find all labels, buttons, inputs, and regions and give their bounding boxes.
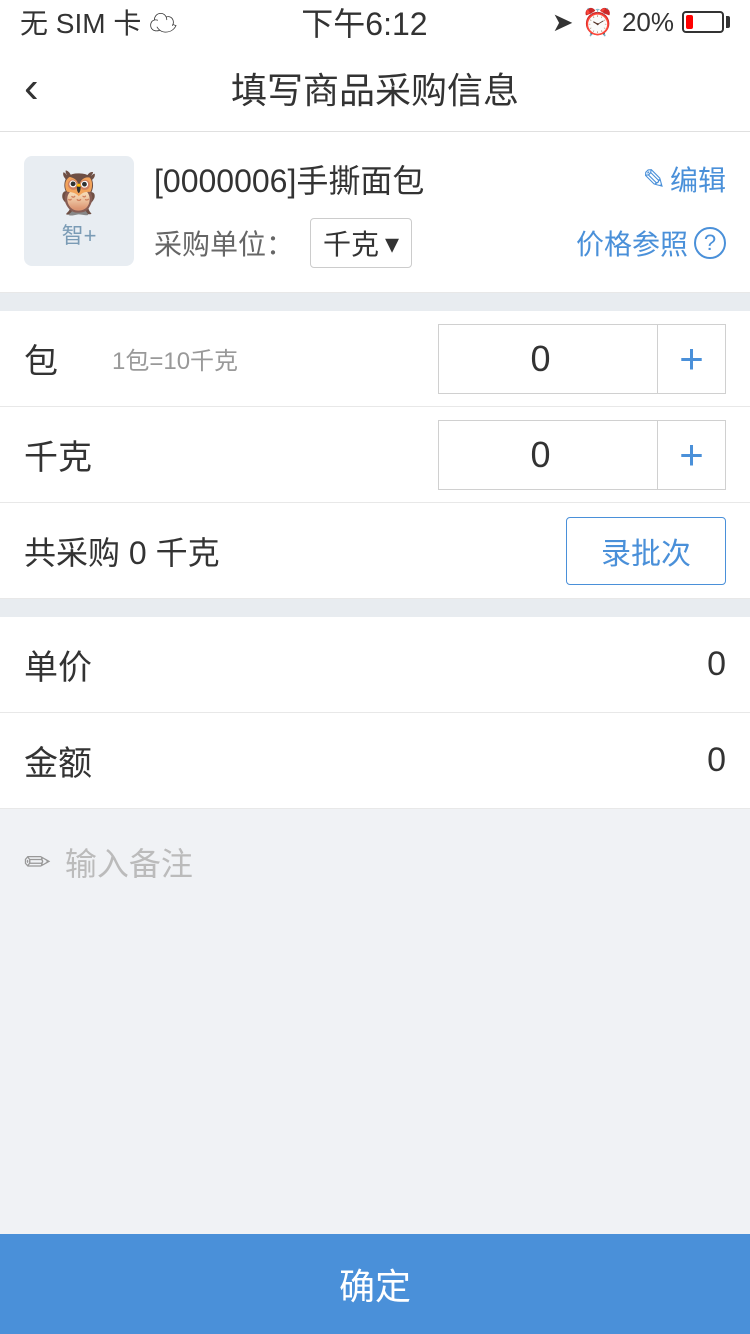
kg-input-wrap: +	[438, 420, 726, 490]
chevron-down-icon: ▾	[385, 227, 399, 260]
confirm-bar[interactable]: 确定	[0, 1234, 750, 1334]
kg-plus-button[interactable]: +	[658, 420, 726, 490]
kg-label: 千克	[24, 430, 104, 479]
pencil-icon: ✏	[24, 843, 51, 881]
alarm-icon: ⏰	[582, 7, 614, 38]
section-divider-1	[0, 293, 750, 311]
summary-unit: 千克	[156, 535, 220, 571]
pack-input-wrap: +	[438, 324, 726, 394]
price-section: 单价 0 金额 0	[0, 617, 750, 809]
sim-status: 无 SIM 卡 ☁	[20, 2, 177, 42]
note-section[interactable]: ✏ 输入备注	[0, 809, 750, 915]
status-left: 无 SIM 卡 ☁	[20, 2, 177, 42]
unit-label: 采购单位：	[154, 223, 294, 263]
product-thumb-label: 智+	[62, 218, 97, 250]
amount-label: 金额	[24, 736, 707, 785]
summary-prefix: 共采购	[24, 535, 120, 571]
pack-input-row: 包 1包=10千克 +	[0, 311, 750, 407]
edit-icon: ✎	[643, 163, 666, 196]
confirm-button[interactable]: 确定	[339, 1258, 411, 1310]
status-time: 下午6:12	[301, 0, 427, 45]
unit-price-label: 单价	[24, 640, 707, 689]
unit-row: 采购单位： 千克 ▾ 价格参照 ?	[154, 218, 726, 268]
edit-button[interactable]: ✎ 编辑	[643, 159, 726, 199]
summary-amount: 0	[129, 535, 147, 571]
batch-button[interactable]: 录批次	[566, 517, 726, 585]
product-thumb-icon: 🦉	[53, 172, 105, 214]
battery-icon	[682, 11, 730, 33]
amount-value: 0	[707, 741, 726, 780]
unit-price-row: 单价 0	[0, 617, 750, 713]
location-icon: ➤	[552, 7, 574, 38]
battery-percent: 20%	[622, 7, 674, 38]
kg-input-row: 千克 +	[0, 407, 750, 503]
status-right: ➤ ⏰ 20%	[552, 7, 730, 38]
help-icon: ?	[694, 227, 726, 259]
pack-sublabel: 1包=10千克	[112, 341, 438, 376]
back-button[interactable]: ‹	[24, 66, 39, 110]
kg-input[interactable]	[438, 420, 658, 490]
summary-row: 共采购 0 千克 录批次	[0, 503, 750, 599]
product-name: [0000006]手撕面包	[154, 156, 424, 202]
nav-bar: ‹ 填写商品采购信息	[0, 44, 750, 132]
product-info: [0000006]手撕面包 ✎ 编辑 采购单位： 千克 ▾ 价格参照 ?	[154, 156, 726, 268]
bottom-spacer	[0, 915, 750, 1115]
input-section: 包 1包=10千克 + 千克 + 共采购 0 千克 录批次	[0, 311, 750, 599]
unit-value: 千克	[323, 223, 379, 263]
note-input[interactable]: 输入备注	[65, 839, 193, 885]
product-name-row: [0000006]手撕面包 ✎ 编辑	[154, 156, 726, 202]
page-title: 填写商品采购信息	[231, 62, 519, 114]
unit-select[interactable]: 千克 ▾	[310, 218, 412, 268]
pack-plus-button[interactable]: +	[658, 324, 726, 394]
summary-text: 共采购 0 千克	[24, 528, 566, 574]
product-thumbnail: 🦉 智+	[24, 156, 134, 266]
section-divider-2	[0, 599, 750, 617]
price-ref-label: 价格参照	[576, 223, 688, 263]
pack-input[interactable]	[438, 324, 658, 394]
edit-label: 编辑	[670, 159, 726, 199]
price-reference-button[interactable]: 价格参照 ?	[576, 223, 726, 263]
amount-row: 金额 0	[0, 713, 750, 809]
unit-price-value: 0	[707, 645, 726, 684]
status-bar: 无 SIM 卡 ☁ 下午6:12 ➤ ⏰ 20%	[0, 0, 750, 44]
product-card: 🦉 智+ [0000006]手撕面包 ✎ 编辑 采购单位： 千克 ▾ 价格参照 …	[0, 132, 750, 293]
pack-label: 包	[24, 334, 104, 383]
